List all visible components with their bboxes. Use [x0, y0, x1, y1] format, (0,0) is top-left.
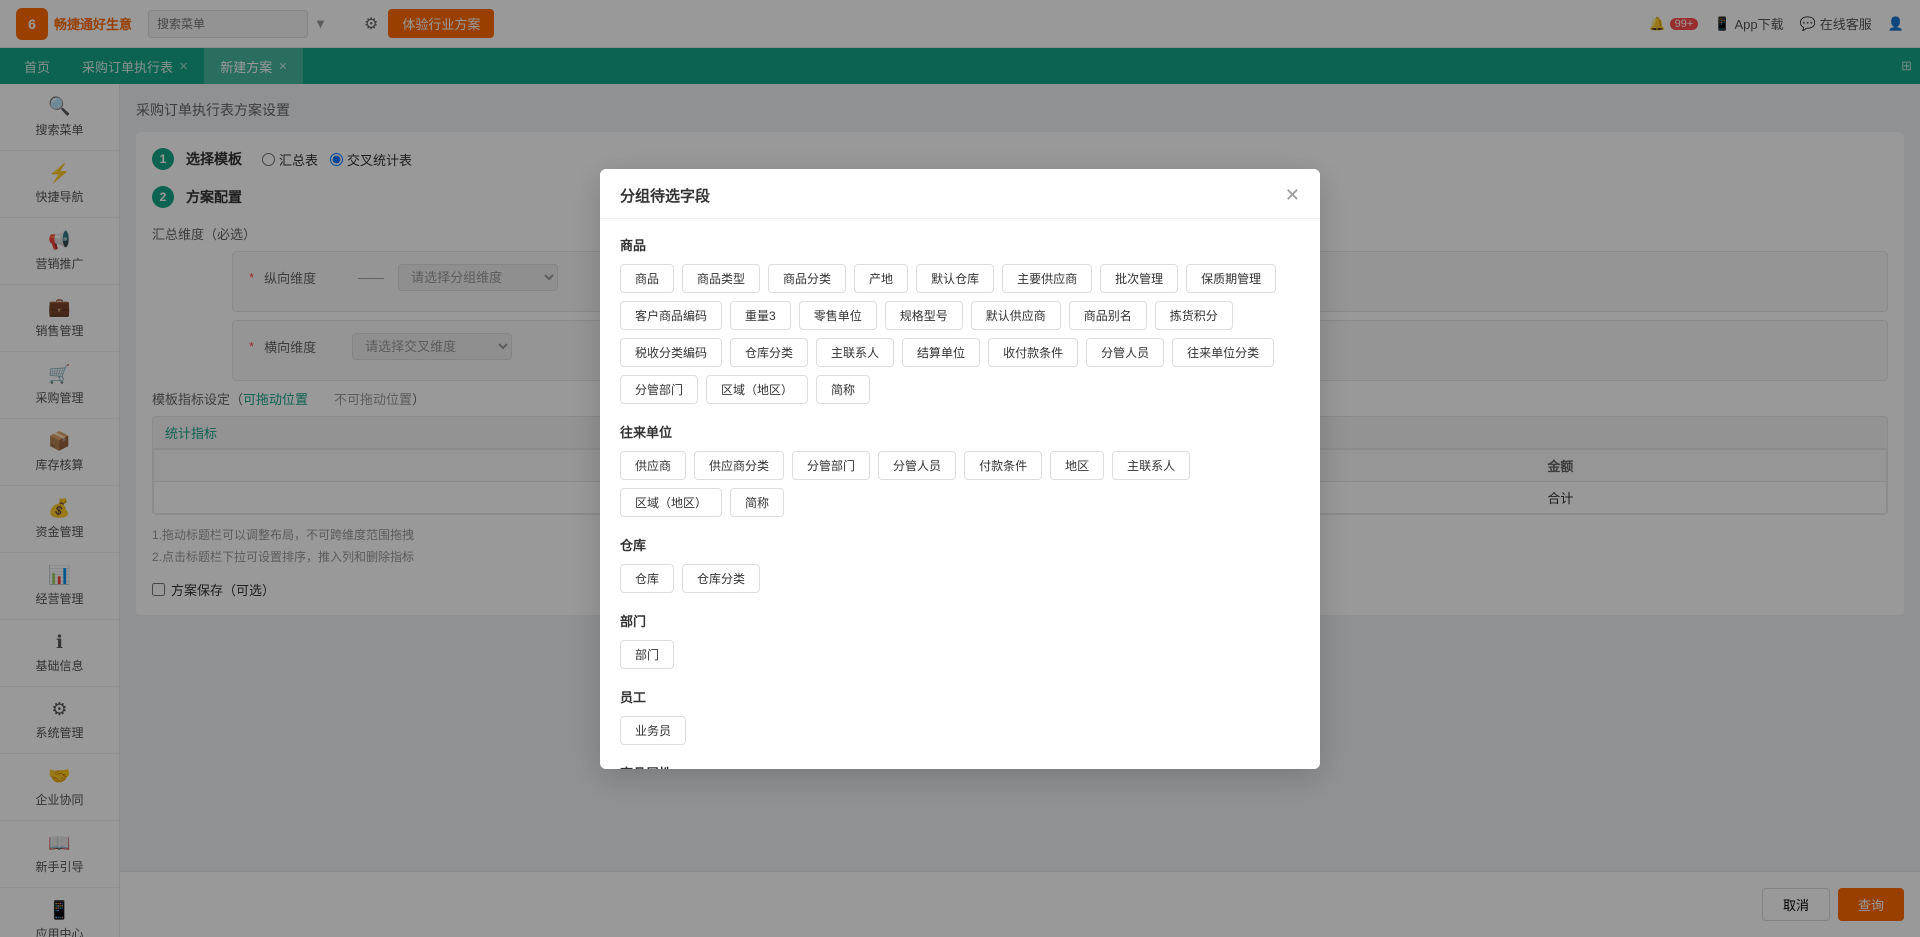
modal-dialog: 分组待选字段 ✕ 商品 商品 商品类型 商品分类 产地 默认仓库 主要供应商 批… — [600, 169, 1320, 769]
product-chips: 商品 商品类型 商品分类 产地 默认仓库 主要供应商 批次管理 保质期管理 客户… — [620, 264, 1300, 404]
chip-warehouse[interactable]: 仓库 — [620, 564, 674, 593]
chip-pick-points[interactable]: 拣货积分 — [1155, 301, 1233, 330]
modal-title: 分组待选字段 — [620, 185, 710, 206]
chip-abbr2[interactable]: 简称 — [730, 488, 784, 517]
chip-manage-dept[interactable]: 分管部门 — [792, 451, 870, 480]
chip-settlement-unit[interactable]: 结算单位 — [902, 338, 980, 367]
modal-close-btn[interactable]: ✕ — [1285, 185, 1300, 206]
chip-shelf-life[interactable]: 保质期管理 — [1186, 264, 1276, 293]
field-section-dept: 部门 部门 — [620, 611, 1300, 669]
modal-body: 商品 商品 商品类型 商品分类 产地 默认仓库 主要供应商 批次管理 保质期管理… — [600, 219, 1320, 769]
section-title-warehouse: 仓库 — [620, 535, 1300, 554]
chip-supplier-category[interactable]: 供应商分类 — [694, 451, 784, 480]
chip-supplier[interactable]: 供应商 — [620, 451, 686, 480]
chip-abbr[interactable]: 简称 — [816, 375, 870, 404]
employee-chips: 业务员 — [620, 716, 1300, 745]
chip-product[interactable]: 商品 — [620, 264, 674, 293]
chip-supervisor[interactable]: 分管人员 — [1086, 338, 1164, 367]
field-section-employee: 员工 业务员 — [620, 687, 1300, 745]
chip-product-type[interactable]: 商品类型 — [682, 264, 760, 293]
chip-warehouse-cat[interactable]: 仓库分类 — [682, 564, 760, 593]
chip-manage-person[interactable]: 分管人员 — [878, 451, 956, 480]
field-section-product-attr: 商品属性 属性 颜色 多规格 尺码 鞋码 1 — [620, 763, 1300, 769]
modal-header: 分组待选字段 ✕ — [600, 169, 1320, 219]
warehouse-chips: 仓库 仓库分类 — [620, 564, 1300, 593]
chip-region[interactable]: 区域（地区） — [706, 375, 808, 404]
chip-retail-unit[interactable]: 零售单位 — [799, 301, 877, 330]
chip-salesperson[interactable]: 业务员 — [620, 716, 686, 745]
chip-dept[interactable]: 分管部门 — [620, 375, 698, 404]
field-section-warehouse: 仓库 仓库 仓库分类 — [620, 535, 1300, 593]
chip-area[interactable]: 地区 — [1050, 451, 1104, 480]
section-title-partner: 往来单位 — [620, 422, 1300, 441]
section-title-employee: 员工 — [620, 687, 1300, 706]
chip-department[interactable]: 部门 — [620, 640, 674, 669]
chip-spec-model[interactable]: 规格型号 — [885, 301, 963, 330]
chip-region2[interactable]: 区域（地区） — [620, 488, 722, 517]
chip-main-contact[interactable]: 主联系人 — [816, 338, 894, 367]
chip-pay-terms[interactable]: 付款条件 — [964, 451, 1042, 480]
chip-origin[interactable]: 产地 — [854, 264, 908, 293]
chip-product-category[interactable]: 商品分类 — [768, 264, 846, 293]
chip-default-supplier[interactable]: 默认供应商 — [971, 301, 1061, 330]
field-section-product: 商品 商品 商品类型 商品分类 产地 默认仓库 主要供应商 批次管理 保质期管理… — [620, 235, 1300, 404]
chip-tax-code[interactable]: 税收分类编码 — [620, 338, 722, 367]
field-section-partner: 往来单位 供应商 供应商分类 分管部门 分管人员 付款条件 地区 主联系人 区域… — [620, 422, 1300, 517]
chip-warehouse-category[interactable]: 仓库分类 — [730, 338, 808, 367]
chip-main-contact2[interactable]: 主联系人 — [1112, 451, 1190, 480]
chip-default-warehouse[interactable]: 默认仓库 — [916, 264, 994, 293]
dept-chips: 部门 — [620, 640, 1300, 669]
chip-batch-mgmt[interactable]: 批次管理 — [1100, 264, 1178, 293]
partner-chips: 供应商 供应商分类 分管部门 分管人员 付款条件 地区 主联系人 区域（地区） … — [620, 451, 1300, 517]
chip-customer-code[interactable]: 客户商品编码 — [620, 301, 722, 330]
section-title-dept: 部门 — [620, 611, 1300, 630]
chip-product-alias[interactable]: 商品别名 — [1069, 301, 1147, 330]
chip-payment-terms[interactable]: 收付款条件 — [988, 338, 1078, 367]
section-title-product: 商品 — [620, 235, 1300, 254]
chip-main-supplier[interactable]: 主要供应商 — [1002, 264, 1092, 293]
chip-transaction-category[interactable]: 往来单位分类 — [1172, 338, 1274, 367]
chip-weight3[interactable]: 重量3 — [730, 301, 791, 330]
modal-overlay: 分组待选字段 ✕ 商品 商品 商品类型 商品分类 产地 默认仓库 主要供应商 批… — [0, 0, 1920, 937]
section-title-product-attr: 商品属性 — [620, 763, 1300, 769]
